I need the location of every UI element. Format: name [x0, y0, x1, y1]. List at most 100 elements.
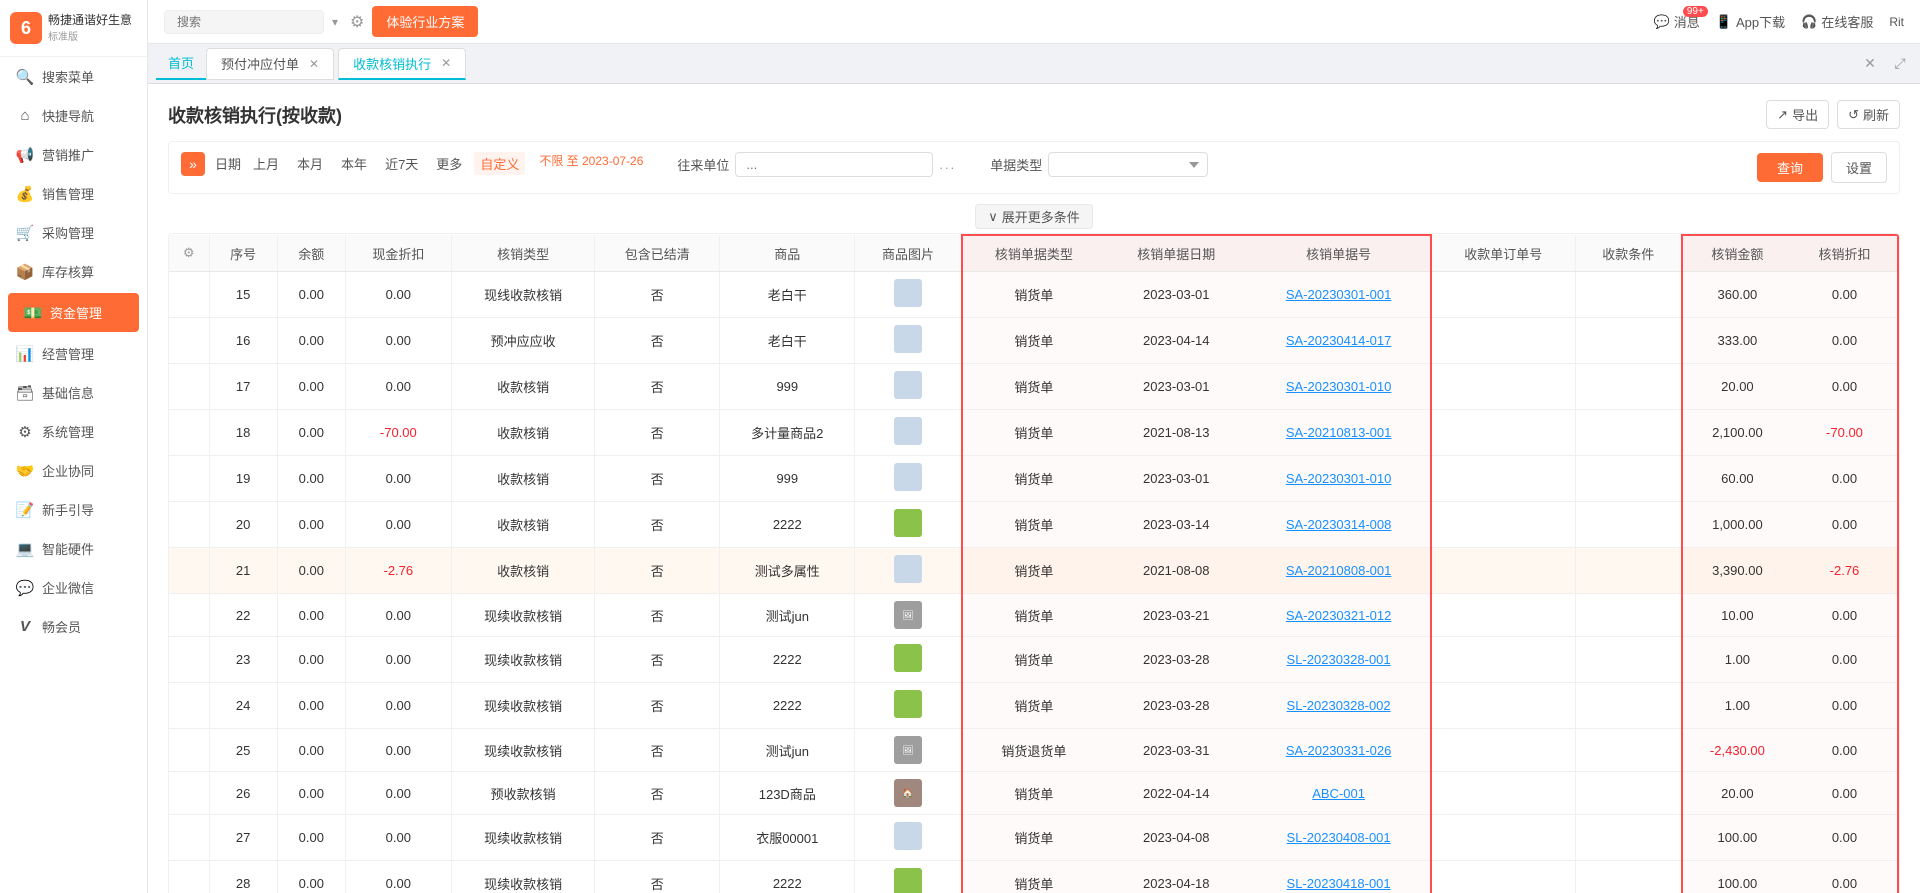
td-product-img	[855, 318, 962, 364]
td-product-img	[855, 683, 962, 729]
td-included: 否	[595, 683, 720, 729]
td-verify-bill-type: 销货单	[962, 637, 1106, 683]
td-verify-type: 现续收款核销	[451, 594, 595, 637]
td-verify-bill-no[interactable]: SL-20230408-001	[1247, 815, 1431, 861]
td-included: 否	[595, 318, 720, 364]
filter-settings-button[interactable]: 设置	[1831, 152, 1887, 183]
tab-bar: 首页 预付冲应付单 ✕ 收款核销执行 ✕ ✕ ⤢	[148, 44, 1920, 84]
td-receipt-condition	[1575, 594, 1682, 637]
td-verify-amount: 100.00	[1682, 815, 1792, 861]
logo-area: 6 畅捷通谐好生意 标准版	[0, 0, 147, 57]
filter-more-dates[interactable]: 更多	[430, 152, 468, 175]
table-row: 20 0.00 0.00 收款核销 否 2222 销货单 2023-03-14 …	[169, 502, 1898, 548]
sidebar-item-hardware[interactable]: 💻 智能硬件	[0, 529, 147, 568]
td-verify-bill-no[interactable]: SA-20230321-012	[1247, 594, 1431, 637]
td-verify-bill-no[interactable]: SA-20210808-001	[1247, 548, 1431, 594]
td-verify-bill-no[interactable]: SL-20230328-002	[1247, 683, 1431, 729]
logo-icon: 6	[10, 12, 42, 44]
td-verify-bill-type: 销货单	[962, 815, 1106, 861]
filter-this-year[interactable]: 本年	[335, 152, 373, 175]
td-balance: 0.00	[277, 637, 345, 683]
sidebar-item-base[interactable]: 🗃 基础信息	[0, 373, 147, 412]
sidebar-item-fund[interactable]: 💵 资金管理	[8, 293, 139, 332]
tab-prepay[interactable]: 预付冲应付单 ✕	[206, 48, 334, 80]
online-service-button[interactable]: 🎧 在线客服	[1801, 12, 1873, 31]
td-receipt-condition	[1575, 683, 1682, 729]
td-balance: 0.00	[277, 410, 345, 456]
filter-last-month[interactable]: 上月	[247, 152, 285, 175]
td-num: 20	[209, 502, 277, 548]
td-verify-bill-no[interactable]: SL-20230418-001	[1247, 861, 1431, 893]
td-verify-bill-no[interactable]: SA-20230301-001	[1247, 272, 1431, 318]
td-cash-discount: 0.00	[345, 502, 451, 548]
topbar-left: ▾ ⚙ 体验行业方案	[164, 6, 1642, 37]
td-receipt-order-no	[1431, 729, 1575, 772]
sidebar-item-operations[interactable]: 📊 经营管理	[0, 334, 147, 373]
td-balance: 0.00	[277, 364, 345, 410]
column-settings-icon[interactable]: ⚙	[183, 245, 195, 260]
th-verify-bill-no: 核销单据号	[1247, 235, 1431, 272]
sidebar-item-enterprise[interactable]: 🤝 企业协同	[0, 451, 147, 490]
hardware-icon: 💻	[16, 540, 34, 558]
dropdown-arrow-icon[interactable]: ▾	[332, 15, 338, 29]
td-verify-bill-no[interactable]: SA-20230301-010	[1247, 456, 1431, 502]
industry-solution-button[interactable]: 体验行业方案	[372, 6, 478, 37]
td-verify-type: 收款核销	[451, 502, 595, 548]
td-verify-bill-no[interactable]: SA-20230331-026	[1247, 729, 1431, 772]
tab-close-all-icon[interactable]: ✕	[1858, 52, 1882, 76]
expand-more-button[interactable]: ∨ 展开更多条件	[975, 204, 1093, 229]
counterpart-input[interactable]	[735, 152, 933, 177]
td-verify-bill-no[interactable]: SA-20210813-001	[1247, 410, 1431, 456]
sidebar-item-system[interactable]: ⚙ 系统管理	[0, 412, 147, 451]
td-verify-type: 收款核销	[451, 548, 595, 594]
sidebar-item-guide[interactable]: 📝 新手引导	[0, 490, 147, 529]
export-button[interactable]: ↗ 导出	[1766, 100, 1829, 129]
counterpart-dots: ...	[939, 157, 956, 172]
sidebar-item-sales[interactable]: 💰 销售管理	[0, 174, 147, 213]
sidebar-item-inventory[interactable]: 📦 库存核算	[0, 252, 147, 291]
td-verify-bill-no[interactable]: SA-20230314-008	[1247, 502, 1431, 548]
topbar-search-input[interactable]	[164, 10, 324, 34]
tab-expand-icon[interactable]: ⤢	[1888, 52, 1912, 76]
td-product-img: 🖼	[855, 729, 962, 772]
tab-receipt[interactable]: 收款核销执行 ✕	[338, 48, 466, 80]
filter-expand-button[interactable]: »	[181, 152, 205, 176]
sidebar-item-search[interactable]: 🔍 搜索菜单	[0, 57, 147, 96]
sidebar-item-wechat[interactable]: 💬 企业微信	[0, 568, 147, 607]
td-settings	[169, 772, 209, 815]
td-settings	[169, 594, 209, 637]
sidebar-item-purchase[interactable]: 🛒 采购管理	[0, 213, 147, 252]
td-receipt-condition	[1575, 772, 1682, 815]
tab-home[interactable]: 首页	[156, 48, 206, 80]
td-receipt-condition	[1575, 729, 1682, 772]
td-included: 否	[595, 729, 720, 772]
tab-receipt-close-icon[interactable]: ✕	[441, 56, 451, 70]
td-cash-discount: 0.00	[345, 318, 451, 364]
td-product: 2222	[720, 861, 855, 893]
tab-prepay-close-icon[interactable]: ✕	[309, 57, 319, 71]
filter-this-month[interactable]: 本月	[291, 152, 329, 175]
td-verify-bill-no[interactable]: SA-20230301-010	[1247, 364, 1431, 410]
sidebar-item-member[interactable]: V 畅会员	[0, 607, 147, 646]
sidebar-item-marketing[interactable]: 📢 营销推广	[0, 135, 147, 174]
refresh-button[interactable]: ↺ 刷新	[1837, 100, 1900, 129]
sales-icon: 💰	[16, 185, 34, 203]
filter-custom[interactable]: 自定义	[474, 152, 525, 175]
td-receipt-order-no	[1431, 456, 1575, 502]
td-product: 999	[720, 364, 855, 410]
table-row: 24 0.00 0.00 现续收款核销 否 2222 销货单 2023-03-2…	[169, 683, 1898, 729]
td-verify-bill-no[interactable]: SL-20230328-001	[1247, 637, 1431, 683]
td-verify-amount: 2,100.00	[1682, 410, 1792, 456]
td-balance: 0.00	[277, 272, 345, 318]
voucher-type-select[interactable]	[1048, 152, 1208, 177]
query-button[interactable]: 查询	[1757, 153, 1823, 182]
settings-gear-icon[interactable]: ⚙	[350, 12, 364, 32]
message-button[interactable]: 💬 消息 99+	[1654, 12, 1700, 31]
filter-7days[interactable]: 近7天	[379, 152, 424, 175]
td-receipt-condition	[1575, 502, 1682, 548]
app-download-button[interactable]: 📱 App下载	[1716, 12, 1785, 31]
td-verify-bill-no[interactable]: ABC-001	[1247, 772, 1431, 815]
td-verify-bill-no[interactable]: SA-20230414-017	[1247, 318, 1431, 364]
guide-icon: 📝	[16, 501, 34, 519]
sidebar-item-quicknav[interactable]: ⌂ 快捷导航	[0, 96, 147, 135]
